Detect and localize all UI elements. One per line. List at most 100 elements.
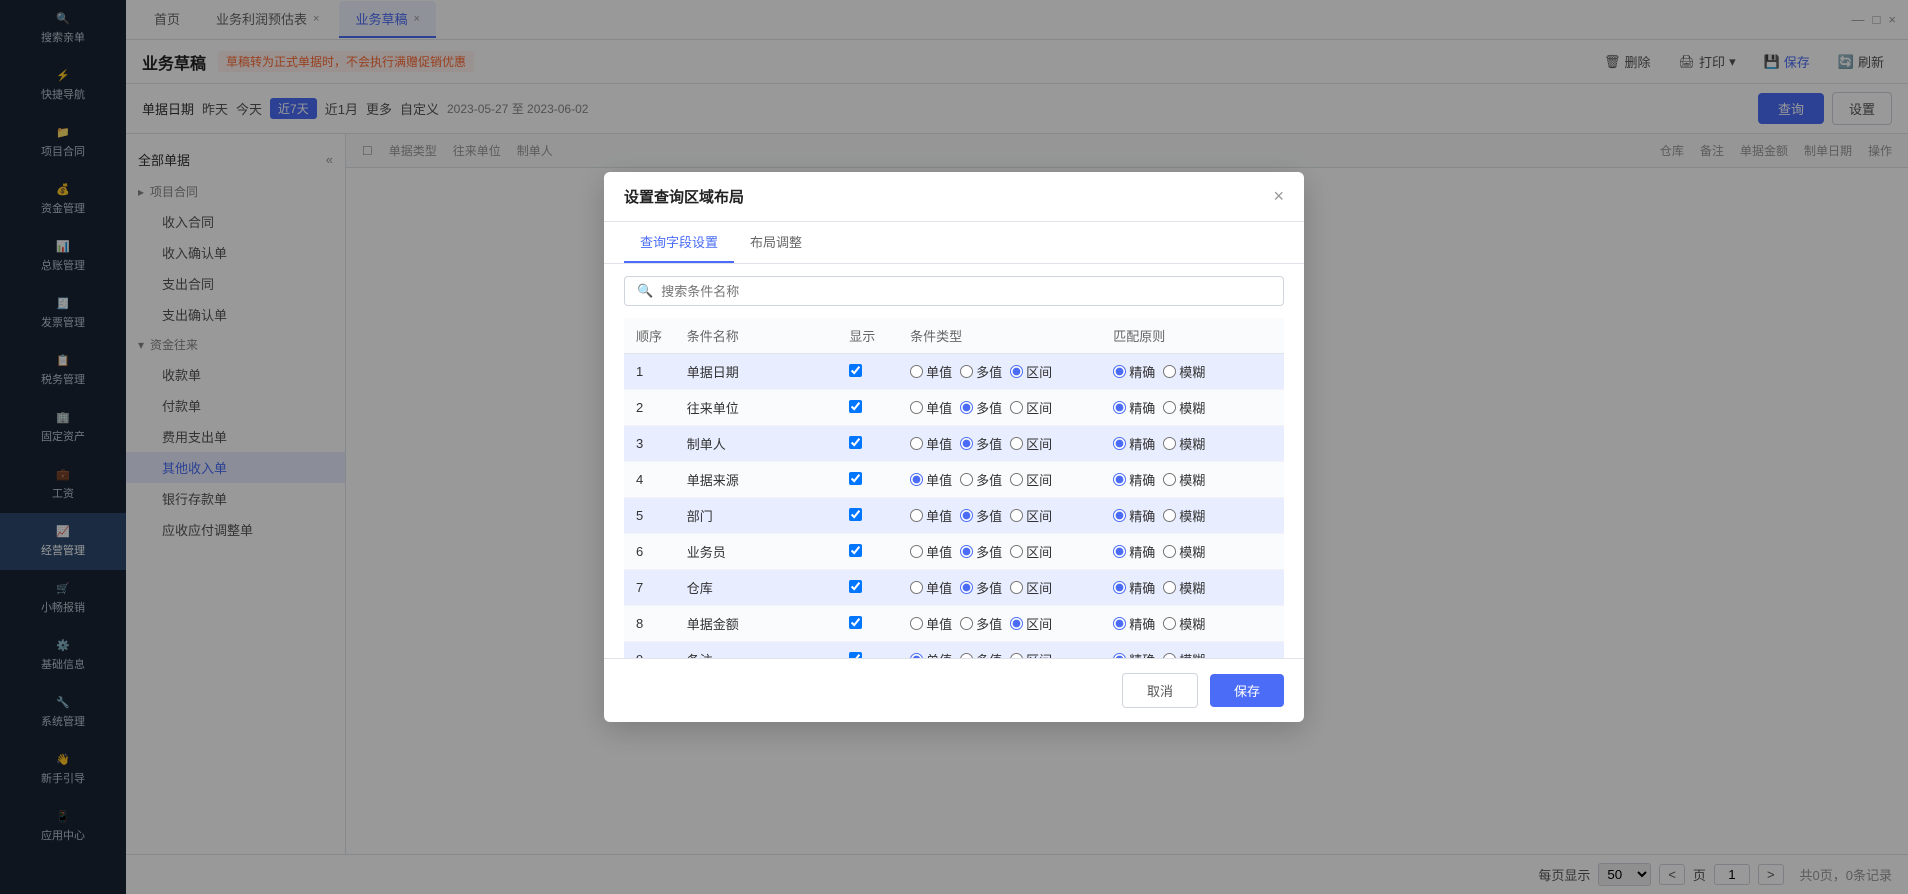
col-header-show: 显示 [837, 318, 898, 354]
type-option[interactable]: 区间 [1010, 650, 1052, 658]
type-option[interactable]: 单值 [910, 578, 952, 597]
type-option[interactable]: 单值 [910, 362, 952, 381]
type-option[interactable]: 单值 [910, 542, 952, 561]
cell-show [837, 606, 898, 642]
type-option[interactable]: 多值 [960, 614, 1002, 633]
cell-order: 4 [624, 462, 675, 498]
match-option[interactable]: 精确 [1113, 614, 1155, 633]
settings-modal: 设置查询区域布局 × 查询字段设置 布局调整 🔍 顺序 条件名称 显示 条件类型 [604, 172, 1304, 722]
type-option[interactable]: 多值 [960, 362, 1002, 381]
cell-show [837, 462, 898, 498]
match-option[interactable]: 模糊 [1163, 506, 1205, 525]
match-option[interactable]: 模糊 [1163, 398, 1205, 417]
show-checkbox[interactable] [849, 364, 862, 377]
match-option[interactable]: 模糊 [1163, 434, 1205, 453]
type-option[interactable]: 区间 [1010, 362, 1052, 381]
cell-match: 精确模糊 [1101, 642, 1284, 659]
modal-tab-layout[interactable]: 布局调整 [734, 222, 818, 263]
match-option[interactable]: 模糊 [1163, 542, 1205, 561]
table-row: 7仓库 单值多值区间 精确模糊 [624, 570, 1284, 606]
type-option[interactable]: 单值 [910, 434, 952, 453]
cell-show [837, 570, 898, 606]
type-option[interactable]: 区间 [1010, 398, 1052, 417]
cell-name: 备注 [675, 642, 837, 659]
cell-name: 仓库 [675, 570, 837, 606]
col-header-match: 匹配原则 [1101, 318, 1284, 354]
match-option[interactable]: 精确 [1113, 398, 1155, 417]
match-option[interactable]: 精确 [1113, 434, 1155, 453]
cell-order: 7 [624, 570, 675, 606]
match-option[interactable]: 精确 [1113, 542, 1155, 561]
cell-type: 单值多值区间 [898, 426, 1101, 462]
match-option[interactable]: 模糊 [1163, 362, 1205, 381]
modal-overlay: 设置查询区域布局 × 查询字段设置 布局调整 🔍 顺序 条件名称 显示 条件类型 [0, 0, 1908, 894]
type-option[interactable]: 区间 [1010, 542, 1052, 561]
match-option[interactable]: 精确 [1113, 470, 1155, 489]
cell-match: 精确模糊 [1101, 462, 1284, 498]
table-row: 4单据来源单值多值区间精确模糊 [624, 462, 1284, 498]
cell-match: 精确模糊 [1101, 426, 1284, 462]
modal-search-area: 🔍 [604, 264, 1304, 318]
cell-show [837, 390, 898, 426]
type-option[interactable]: 区间 [1010, 470, 1052, 489]
cell-name: 制单人 [675, 426, 837, 462]
cell-name: 单据日期 [675, 354, 837, 390]
match-option[interactable]: 精确 [1113, 362, 1155, 381]
show-checkbox[interactable] [849, 544, 862, 557]
match-option[interactable]: 模糊 [1163, 470, 1205, 489]
type-option[interactable]: 多值 [960, 650, 1002, 658]
type-option[interactable]: 区间 [1010, 506, 1052, 525]
table-row: 9备注单值多值区间精确模糊 [624, 642, 1284, 659]
type-option[interactable]: 单值 [910, 650, 952, 658]
cell-match: 精确模糊 [1101, 570, 1284, 606]
table-row: 1单据日期单值多值区间精确模糊 [624, 354, 1284, 390]
type-option[interactable]: 多值 [960, 506, 1002, 525]
show-checkbox[interactable] [849, 580, 862, 593]
modal-tab-field-settings[interactable]: 查询字段设置 [624, 222, 734, 263]
type-option[interactable]: 多值 [960, 578, 1002, 597]
type-option[interactable]: 单值 [910, 470, 952, 489]
match-option[interactable]: 模糊 [1163, 650, 1205, 658]
match-option[interactable]: 精确 [1113, 506, 1155, 525]
col-header-order: 顺序 [624, 318, 675, 354]
type-option[interactable]: 多值 [960, 398, 1002, 417]
match-option[interactable]: 模糊 [1163, 614, 1205, 633]
modal-tabs: 查询字段设置 布局调整 [604, 222, 1304, 264]
modal-save-button[interactable]: 保存 [1210, 674, 1284, 707]
modal-close-button[interactable]: × [1273, 186, 1284, 207]
cell-type: 单值多值区间 [898, 498, 1101, 534]
match-option[interactable]: 模糊 [1163, 578, 1205, 597]
type-option[interactable]: 区间 [1010, 614, 1052, 633]
show-checkbox[interactable] [849, 436, 862, 449]
cell-show [837, 534, 898, 570]
search-icon: 🔍 [637, 283, 653, 299]
show-checkbox[interactable] [849, 472, 862, 485]
config-table: 顺序 条件名称 显示 条件类型 匹配原则 1单据日期单值多值区间精确模糊2往来单… [624, 318, 1284, 658]
condition-search-input[interactable] [661, 284, 1271, 299]
match-option[interactable]: 精确 [1113, 650, 1155, 658]
type-option[interactable]: 区间 [1010, 578, 1052, 597]
cell-show [837, 354, 898, 390]
cell-type: 单值多值区间 [898, 354, 1101, 390]
cell-order: 1 [624, 354, 675, 390]
cell-order: 8 [624, 606, 675, 642]
cell-match: 精确模糊 [1101, 390, 1284, 426]
show-checkbox[interactable] [849, 400, 862, 413]
col-header-name: 条件名称 [675, 318, 837, 354]
col-header-type: 条件类型 [898, 318, 1101, 354]
config-table-wrap: 顺序 条件名称 显示 条件类型 匹配原则 1单据日期单值多值区间精确模糊2往来单… [604, 318, 1304, 658]
cell-order: 2 [624, 390, 675, 426]
match-option[interactable]: 精确 [1113, 578, 1155, 597]
type-option[interactable]: 多值 [960, 542, 1002, 561]
type-option[interactable]: 单值 [910, 398, 952, 417]
cell-type: 单值多值区间 [898, 390, 1101, 426]
type-option[interactable]: 单值 [910, 614, 952, 633]
type-option[interactable]: 单值 [910, 506, 952, 525]
cell-show [837, 498, 898, 534]
cancel-button[interactable]: 取消 [1122, 673, 1198, 708]
type-option[interactable]: 多值 [960, 470, 1002, 489]
type-option[interactable]: 区间 [1010, 434, 1052, 453]
show-checkbox[interactable] [849, 508, 862, 521]
type-option[interactable]: 多值 [960, 434, 1002, 453]
show-checkbox[interactable] [849, 616, 862, 629]
